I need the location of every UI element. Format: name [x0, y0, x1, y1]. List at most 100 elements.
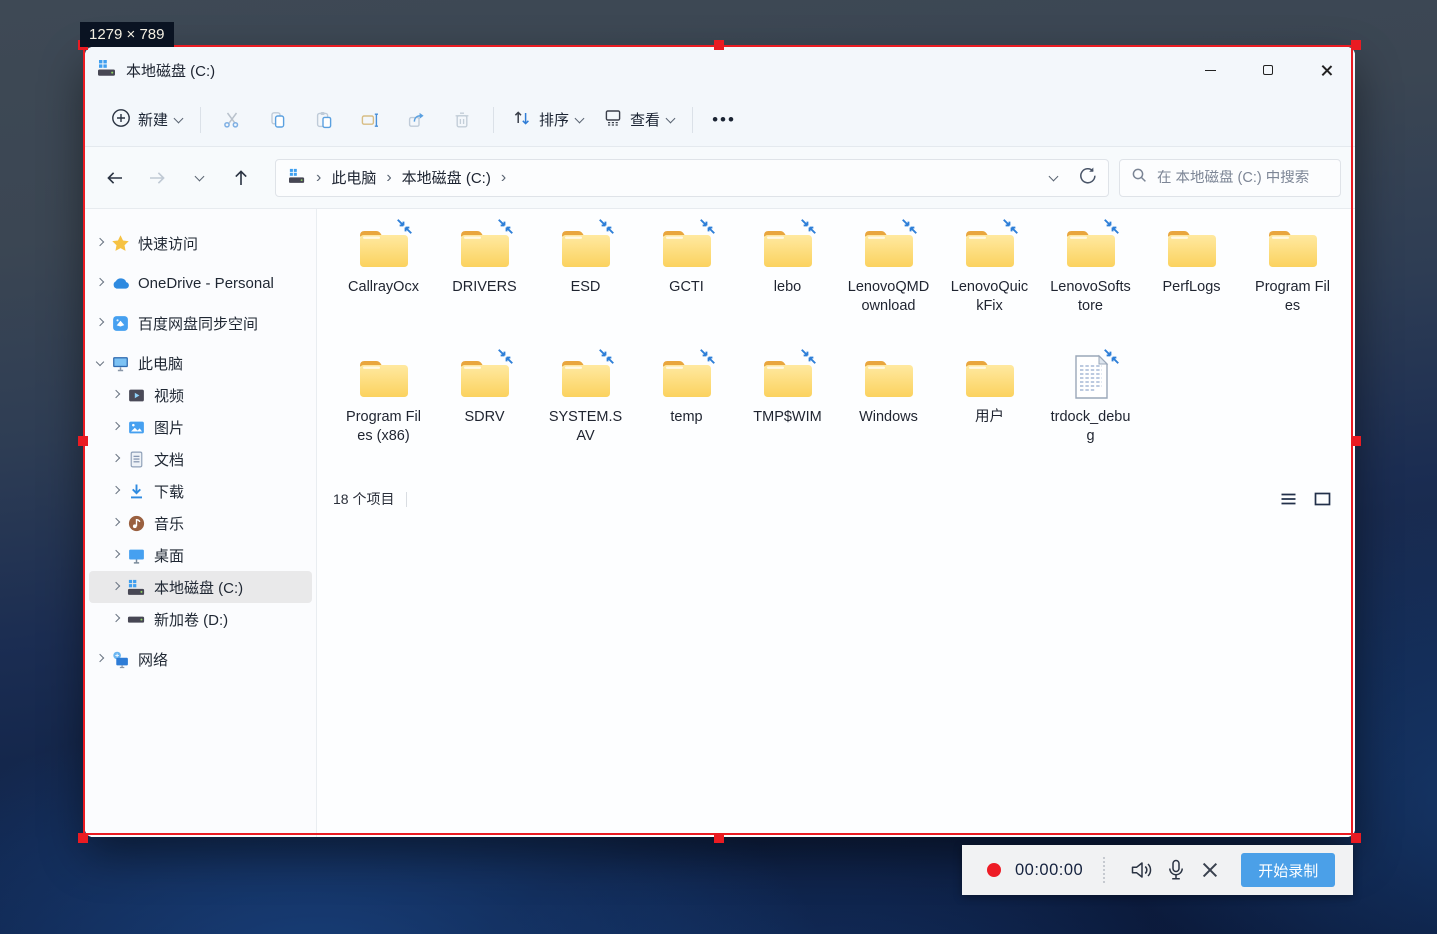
- sidebar-item-label: 网络: [138, 651, 169, 669]
- sidebar-item-pictures[interactable]: 图片: [89, 411, 312, 443]
- file-item[interactable]: Program Files (x86): [333, 355, 434, 446]
- search-input[interactable]: [1157, 169, 1344, 186]
- delete-button[interactable]: [439, 102, 485, 138]
- resize-handle[interactable]: [78, 833, 88, 843]
- expand-chevron-icon[interactable]: [111, 549, 121, 558]
- resize-handle[interactable]: [714, 40, 724, 50]
- start-recording-button[interactable]: 开始录制: [1241, 853, 1336, 887]
- refresh-icon[interactable]: [1077, 166, 1096, 189]
- file-item[interactable]: SYSTEM.SAV: [535, 349, 636, 446]
- file-item[interactable]: GCTI: [636, 219, 737, 297]
- minimize-button[interactable]: [1181, 47, 1239, 93]
- file-item[interactable]: ESD: [535, 219, 636, 297]
- compressed-badge-icon: [496, 347, 515, 371]
- share-button[interactable]: [393, 102, 439, 138]
- file-name: CallrayOcx: [348, 279, 419, 295]
- file-item[interactable]: LenovoQuickFix: [939, 219, 1040, 316]
- expand-chevron-icon[interactable]: [95, 277, 105, 286]
- file-item[interactable]: SDRV: [434, 349, 535, 427]
- expand-chevron-icon[interactable]: [95, 653, 105, 662]
- new-volume-d-icon: [127, 610, 146, 629]
- sidebar-item-downloads[interactable]: 下载: [89, 475, 312, 507]
- compressed-badge-icon: [597, 217, 616, 241]
- sidebar-item-quick-access[interactable]: 快速访问: [89, 227, 312, 259]
- up-button[interactable]: [225, 162, 257, 194]
- file-item[interactable]: Program Files: [1242, 225, 1343, 316]
- resize-handle[interactable]: [1351, 40, 1361, 50]
- this-pc-icon: [111, 354, 130, 373]
- sort-button[interactable]: 排序: [502, 102, 593, 138]
- rename-icon: [361, 113, 379, 127]
- microphone-button[interactable]: [1159, 853, 1193, 887]
- expand-chevron-icon[interactable]: [111, 517, 121, 526]
- cut-button[interactable]: [209, 102, 255, 138]
- sidebar-item-onedrive[interactable]: OneDrive - Personal: [89, 267, 312, 299]
- resize-handle[interactable]: [714, 833, 724, 843]
- file-item[interactable]: temp: [636, 349, 737, 427]
- rename-button[interactable]: [347, 102, 393, 138]
- title-bar[interactable]: 本地磁盘 (C:): [85, 47, 1355, 93]
- resize-handle[interactable]: [1351, 436, 1361, 446]
- speaker-button[interactable]: [1125, 853, 1159, 887]
- file-item[interactable]: CallrayOcx: [333, 219, 434, 297]
- sidebar-item-videos[interactable]: 视频: [89, 379, 312, 411]
- sidebar-item-baidu-netdisk[interactable]: 百度网盘同步空间: [89, 307, 312, 339]
- breadcrumb-local-disk-c[interactable]: 本地磁盘 (C:): [402, 167, 491, 188]
- expand-chevron-icon[interactable]: [111, 581, 121, 590]
- resize-handle[interactable]: [78, 436, 88, 446]
- file-item[interactable]: LenovoSoftstore: [1040, 219, 1141, 316]
- paste-icon: [316, 111, 332, 128]
- sidebar-item-desktop[interactable]: 桌面: [89, 539, 312, 571]
- forward-button[interactable]: [141, 162, 173, 194]
- view-button[interactable]: 查看: [593, 102, 684, 138]
- sidebar-item-new-volume-d[interactable]: 新加卷 (D:): [89, 603, 312, 635]
- copy-button[interactable]: [255, 102, 301, 138]
- sidebar-item-label: 图片: [154, 419, 185, 437]
- expand-chevron-icon[interactable]: [111, 421, 121, 430]
- close-button[interactable]: [1297, 47, 1355, 93]
- file-item[interactable]: 用户: [939, 355, 1040, 427]
- paste-button[interactable]: [301, 102, 347, 138]
- expand-chevron-icon[interactable]: [111, 485, 121, 494]
- large-icons-view-button[interactable]: [1309, 487, 1335, 511]
- resize-handle[interactable]: [1351, 833, 1361, 843]
- compressed-badge-icon: [799, 217, 818, 241]
- sidebar-item-music[interactable]: 音乐: [89, 507, 312, 539]
- content-pane: CallrayOcx DRIVERS ESD GCTI lebo LenovoQ…: [317, 209, 1355, 837]
- search-box[interactable]: [1119, 158, 1344, 197]
- file-item[interactable]: LenovoQMDownload: [838, 219, 939, 316]
- back-button[interactable]: [99, 162, 131, 194]
- breadcrumb-this-pc[interactable]: 此电脑: [331, 167, 376, 188]
- file-grid: CallrayOcx DRIVERS ESD GCTI lebo LenovoQ…: [317, 209, 1355, 485]
- breadcrumb[interactable]: › 此电脑 › 本地磁盘 (C:) ›: [275, 158, 1109, 197]
- expand-chevron-icon[interactable]: [111, 613, 121, 622]
- file-item[interactable]: TMP$WIM: [737, 349, 838, 427]
- expand-chevron-icon[interactable]: [111, 453, 121, 462]
- file-item[interactable]: lebo: [737, 219, 838, 297]
- expand-chevron-icon[interactable]: [95, 357, 105, 366]
- details-view-button[interactable]: [1275, 487, 1301, 511]
- large-icons-view-icon: [1314, 492, 1330, 506]
- file-item[interactable]: PerfLogs: [1141, 225, 1242, 297]
- sidebar-item-documents[interactable]: 文档: [89, 443, 312, 475]
- sidebar-item-local-disk-c[interactable]: 本地磁盘 (C:): [89, 571, 312, 603]
- maximize-button[interactable]: [1239, 47, 1297, 93]
- sidebar-item-label: 文档: [154, 451, 185, 469]
- file-item[interactable]: DRIVERS: [434, 219, 535, 297]
- new-button[interactable]: 新建: [101, 102, 192, 138]
- file-item[interactable]: Windows: [838, 355, 939, 427]
- file-item[interactable]: trdock_debug: [1040, 349, 1141, 446]
- expand-chevron-icon[interactable]: [95, 317, 105, 326]
- cancel-recording-button[interactable]: [1193, 853, 1227, 887]
- file-name: SDRV: [464, 409, 505, 425]
- compressed-badge-icon: [698, 217, 717, 241]
- recent-locations-button[interactable]: [183, 162, 215, 194]
- expand-chevron-icon[interactable]: [111, 389, 121, 398]
- sidebar-item-this-pc[interactable]: 此电脑: [89, 347, 312, 379]
- more-options-button[interactable]: •••: [701, 102, 747, 138]
- recbar-divider: [1103, 857, 1106, 883]
- file-name: Program Files (x86): [346, 409, 421, 444]
- address-dropdown-icon[interactable]: [1048, 171, 1059, 181]
- expand-chevron-icon[interactable]: [95, 237, 105, 246]
- sidebar-item-network[interactable]: 网络: [89, 643, 312, 675]
